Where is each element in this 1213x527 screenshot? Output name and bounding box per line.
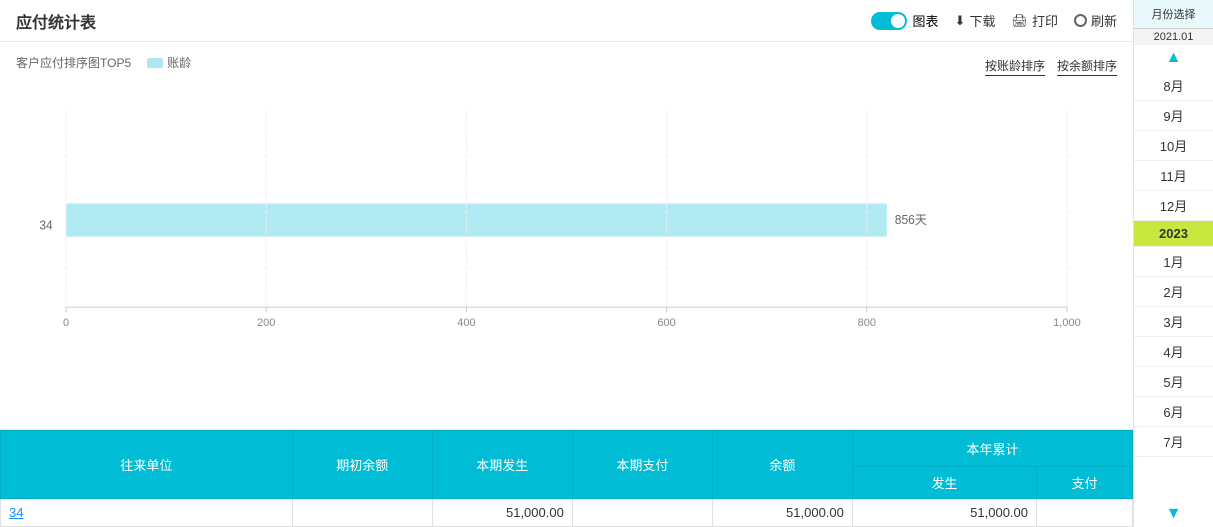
legend-title: 客户应付排序图TOP5 [16, 54, 131, 71]
col-opening: 期初余额 [292, 431, 432, 499]
sort-buttons: 按账龄排序 按余额排序 [985, 57, 1117, 76]
sidebar-month-item[interactable]: 12月 [1134, 191, 1213, 221]
sidebar-header: 月份选择 [1134, 0, 1213, 29]
svg-text:34: 34 [39, 218, 53, 232]
col-ytd-occur: 发生 [852, 467, 1036, 499]
sidebar-month-item[interactable]: 4月 [1134, 337, 1213, 367]
svg-text:0: 0 [63, 317, 69, 329]
print-button[interactable]: 🖨 打印 [1011, 11, 1058, 30]
sort-by-amount-button[interactable]: 按账龄排序 [985, 57, 1045, 76]
legend-color-label: 账龄 [167, 54, 191, 71]
chart-area: 客户应付排序图TOP5 账龄 按账龄排序 按余额排序 34 8 [0, 42, 1133, 429]
col-current-occur: 本期发生 [432, 431, 572, 499]
nav-up-arrow[interactable]: ▲ [1134, 45, 1213, 71]
chart-toggle-label: 图表 [913, 11, 939, 30]
page-header: 应付统计表 图表 ⬇ 下载 🖨 打印 刷新 [0, 0, 1133, 42]
sidebar-nav: ▲ 8月9月10月11月12月20231月2月3月4月5月6月7月 ▼ [1134, 45, 1213, 527]
refresh-label: 刷新 [1091, 11, 1117, 30]
svg-text:400: 400 [457, 317, 475, 329]
print-icon: 🖨 [1011, 13, 1028, 29]
table-header-row: 往来单位 期初余额 本期发生 本期支付 余额 本年累计 [1, 431, 1133, 467]
cell-ytd-pay [1037, 499, 1133, 527]
sidebar-month-item[interactable]: 5月 [1134, 367, 1213, 397]
chart-toggle-wrap[interactable]: 图表 [871, 11, 939, 30]
chart-toggle[interactable] [871, 12, 907, 30]
cell-ytd-occur: 51,000.00 [852, 499, 1036, 527]
col-ytd-pay: 支付 [1037, 467, 1133, 499]
col-balance: 余额 [712, 431, 852, 499]
table-area: 往来单位 期初余额 本期发生 本期支付 余额 本年累计 发生 支付 34 51,… [0, 429, 1133, 527]
cell-current-occur: 51,000.00 [432, 499, 572, 527]
sidebar-month-item[interactable]: 3月 [1134, 307, 1213, 337]
cell-current-pay [572, 499, 712, 527]
sidebar-month-item[interactable]: 9月 [1134, 101, 1213, 131]
sidebar: 月份选择 2021.01 ▲ 8月9月10月11月12月20231月2月3月4月… [1133, 0, 1213, 527]
bar-chart-svg: 34 856天 0 200 400 600 800 [16, 79, 1117, 359]
svg-text:200: 200 [257, 317, 275, 329]
sidebar-year-item[interactable]: 2023 [1134, 221, 1213, 247]
download-button[interactable]: ⬇ 下载 [955, 11, 996, 30]
chart-legend: 客户应付排序图TOP5 账龄 [16, 54, 191, 71]
print-label: 打印 [1032, 11, 1058, 30]
cell-opening [292, 499, 432, 527]
table-body: 34 51,000.00 51,000.00 51,000.00 [1, 499, 1133, 527]
svg-text:1,000: 1,000 [1053, 317, 1081, 329]
sidebar-month-item[interactable]: 1月 [1134, 247, 1213, 277]
col-current-pay: 本期支付 [572, 431, 712, 499]
download-label: 下载 [969, 11, 995, 30]
legend-item: 账龄 [147, 54, 191, 71]
col-ytd: 本年累计 [852, 431, 1132, 467]
table-row: 34 51,000.00 51,000.00 51,000.00 [1, 499, 1133, 527]
cell-balance: 51,000.00 [712, 499, 852, 527]
svg-text:856天: 856天 [895, 213, 927, 227]
cell-unit[interactable]: 34 [1, 499, 293, 527]
sidebar-month-item[interactable]: 10月 [1134, 131, 1213, 161]
sidebar-month-item[interactable]: 7月 [1134, 427, 1213, 457]
header-actions: 图表 ⬇ 下载 🖨 打印 刷新 [871, 11, 1117, 30]
sidebar-month-item[interactable]: 8月 [1134, 71, 1213, 101]
chart-svg-container: 34 856天 0 200 400 600 800 [16, 79, 1117, 359]
page-title: 应付统计表 [16, 9, 96, 33]
nav-down-arrow[interactable]: ▼ [1134, 501, 1213, 527]
refresh-button[interactable]: 刷新 [1074, 11, 1117, 30]
col-unit: 往来单位 [1, 431, 293, 499]
sidebar-month-item[interactable]: 6月 [1134, 397, 1213, 427]
month-list: 8月9月10月11月12月20231月2月3月4月5月6月7月 [1134, 71, 1213, 501]
sidebar-month-item[interactable]: 11月 [1134, 161, 1213, 191]
sort-by-balance-button[interactable]: 按余额排序 [1057, 57, 1117, 76]
svg-text:600: 600 [657, 317, 675, 329]
sidebar-month-item[interactable]: 2月 [1134, 277, 1213, 307]
data-table: 往来单位 期初余额 本期发生 本期支付 余额 本年累计 发生 支付 34 51,… [0, 430, 1133, 527]
legend-color-box [147, 58, 163, 68]
refresh-icon [1074, 14, 1087, 27]
download-icon: ⬇ [955, 13, 966, 29]
svg-text:800: 800 [858, 317, 876, 329]
sidebar-year-label: 2021.01 [1134, 29, 1213, 45]
